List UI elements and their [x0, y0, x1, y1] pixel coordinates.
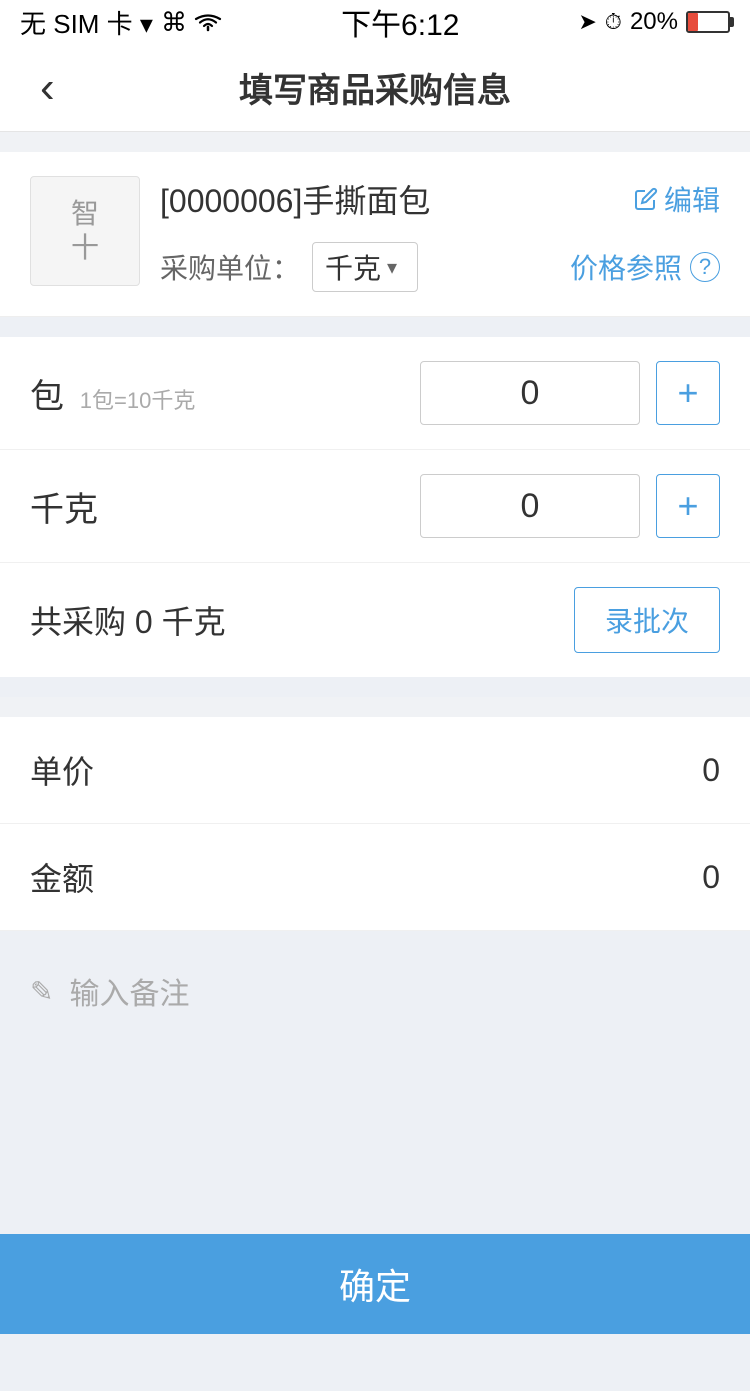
unit-price-row: 单价 0: [0, 717, 750, 824]
status-left: 无 SIM 卡 ▾ ⌘: [20, 4, 222, 41]
section-divider-1: [0, 317, 750, 337]
batch-button[interactable]: 录批次: [574, 587, 720, 653]
bao-plus-button[interactable]: +: [656, 361, 720, 425]
edit-button[interactable]: 编辑: [634, 179, 720, 219]
product-logo: 智 十: [71, 197, 99, 264]
product-name-row: [0000006]手撕面包 编辑: [160, 176, 720, 222]
status-right: ➤ ⏱ 20%: [578, 8, 730, 36]
confirm-button[interactable]: 确定: [0, 1234, 750, 1334]
kg-label: 千克: [30, 482, 150, 531]
status-time: 下午6:12: [341, 0, 459, 44]
input-section: 包 1包=10千克 0 + 千克 0 +: [0, 337, 750, 563]
content-spacer: [0, 1051, 750, 1391]
total-row: 共采购 0 千克 录批次: [0, 563, 750, 677]
bao-input-row: 包 1包=10千克 0 +: [0, 337, 750, 450]
unit-label: 采购单位：: [160, 247, 300, 287]
kg-plus-button[interactable]: +: [656, 474, 720, 538]
product-card: 智 十 [0000006]手撕面包 编辑 采购单位： 千克 ▾: [0, 152, 750, 317]
product-unit-row: 采购单位： 千克 ▾ 价格参照 ?: [160, 242, 720, 292]
amount-value: 0: [702, 859, 720, 896]
unit-price-value: 0: [702, 752, 720, 789]
price-ref-button[interactable]: 价格参照 ?: [570, 247, 720, 287]
notes-section[interactable]: ✎ 输入备注: [0, 931, 750, 1051]
chevron-down-icon: ▾: [387, 255, 397, 280]
kg-input-control: 0 +: [150, 474, 720, 538]
battery-percent: 20%: [630, 8, 678, 36]
section-divider-2: [0, 677, 750, 697]
bao-label: 包 1包=10千克: [30, 369, 195, 418]
location-icon: ➤: [578, 9, 596, 35]
nav-bar: ‹ 填写商品采购信息: [0, 44, 750, 132]
pencil-icon: ✎: [30, 975, 53, 1008]
price-section: 单价 0 金额 0: [0, 717, 750, 931]
total-text: 共采购 0 千克: [30, 597, 226, 643]
amount-row: 金额 0: [0, 824, 750, 931]
battery-icon: [686, 11, 730, 33]
product-image: 智 十: [30, 176, 140, 286]
bao-input-control: 0 +: [195, 361, 720, 425]
help-icon: ?: [690, 252, 720, 282]
alarm-icon: ⏱: [605, 9, 622, 35]
sim-status: 无 SIM 卡 ▾: [20, 4, 153, 41]
amount-label: 金额: [30, 854, 94, 900]
status-bar: 无 SIM 卡 ▾ ⌘ 下午6:12 ➤ ⏱ 20%: [0, 0, 750, 44]
notes-placeholder: 输入备注: [69, 969, 189, 1013]
kg-number-input[interactable]: 0: [420, 474, 640, 538]
page-title: 填写商品采购信息: [239, 63, 511, 112]
wifi-icon: ⌘: [161, 7, 222, 38]
kg-input-row: 千克 0 +: [0, 450, 750, 563]
unit-price-label: 单价: [30, 747, 94, 793]
product-name: [0000006]手撕面包: [160, 176, 430, 222]
unit-select[interactable]: 千克 ▾: [312, 242, 418, 292]
bao-number-input[interactable]: 0: [420, 361, 640, 425]
back-button[interactable]: ‹: [30, 53, 65, 123]
product-info: [0000006]手撕面包 编辑 采购单位： 千克 ▾ 价格参照 ?: [160, 176, 720, 292]
